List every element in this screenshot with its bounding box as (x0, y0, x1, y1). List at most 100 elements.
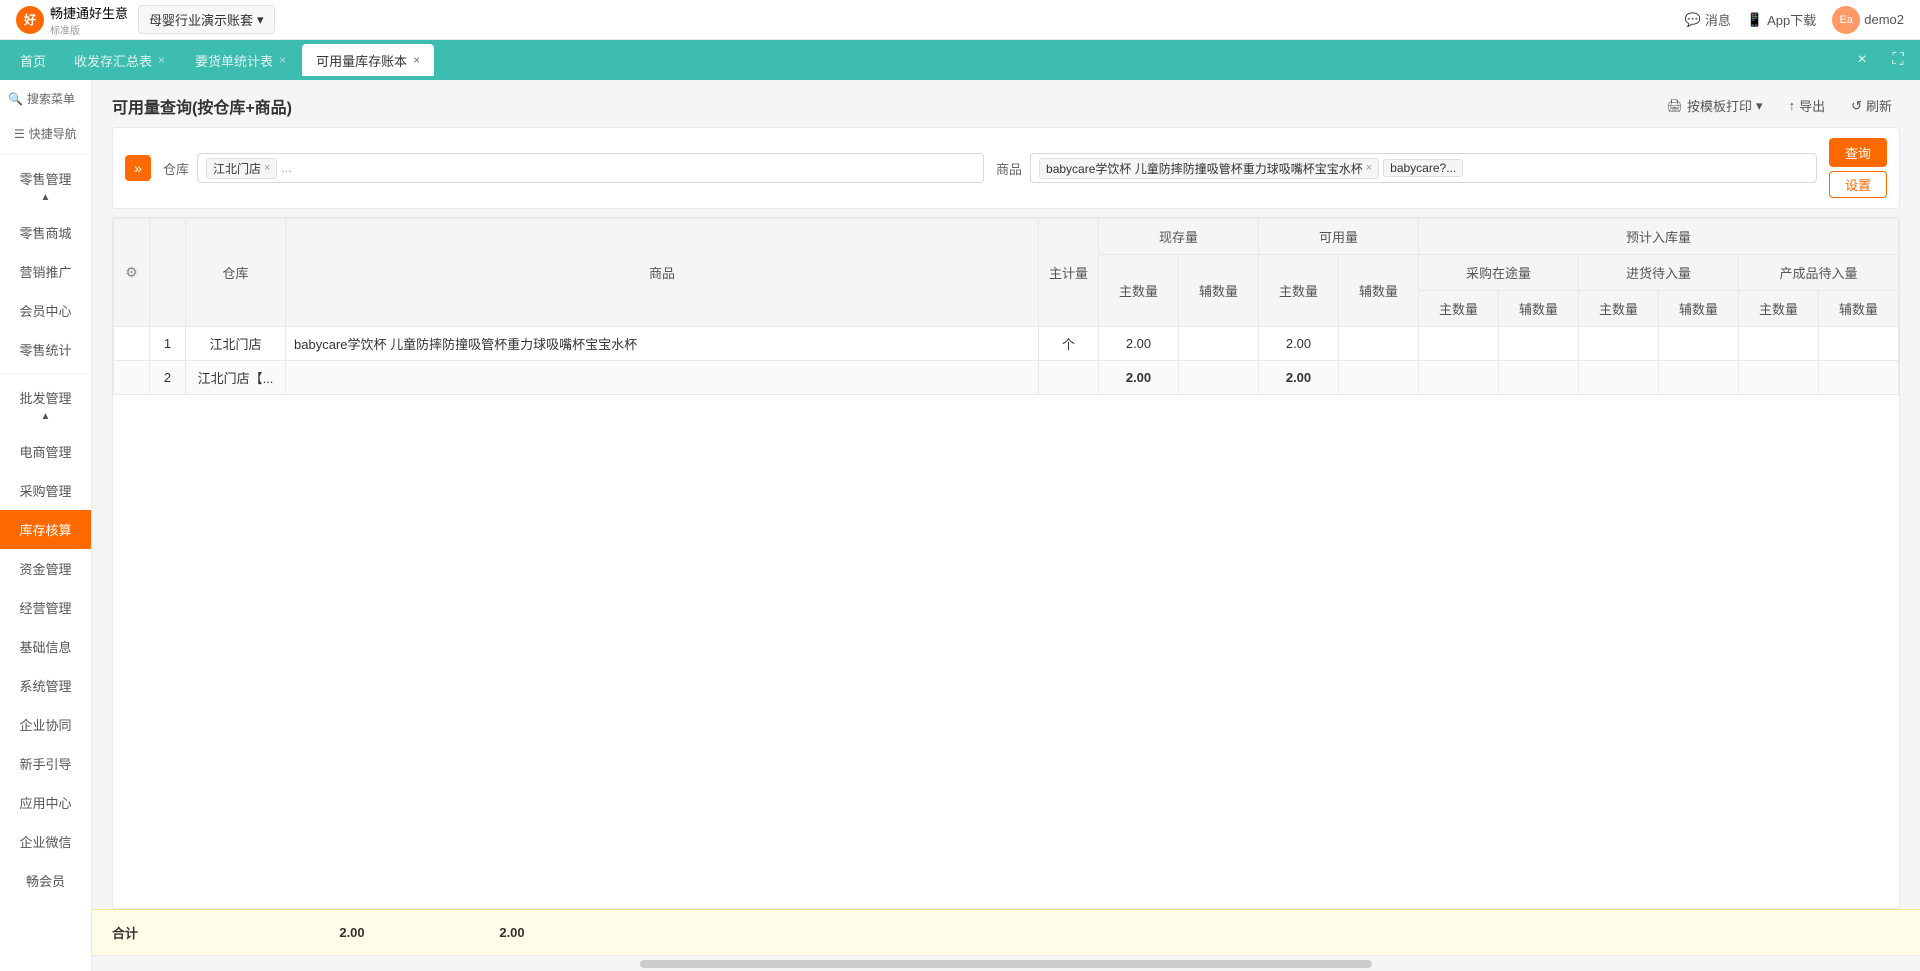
message-icon: 💬 (1685, 12, 1701, 28)
industry-selector[interactable]: 母婴行业演示账套 ▾ (138, 5, 275, 34)
sidebar-item-marketing[interactable]: 营销推广 (0, 252, 91, 291)
warehouse-tag-container[interactable]: 江北门店 × ... (197, 153, 984, 183)
row-2-pending-main (1579, 361, 1659, 395)
row-2-purchase-aux (1499, 361, 1579, 395)
product-tag-1: babycare?... (1383, 159, 1463, 177)
product-tag-close-0[interactable]: × (1366, 162, 1372, 174)
app-download-btn[interactable]: 📱 App下载 (1747, 10, 1816, 29)
filter-toggle-btn[interactable]: » (125, 155, 151, 181)
topbar-right: 💬 消息 📱 App下载 Ea demo2 (1685, 6, 1904, 34)
sidebar-item-guide[interactable]: 新手引导 (0, 744, 91, 783)
col-products-main-header: 主数量 (1739, 291, 1819, 327)
sidebar-quicknav[interactable]: ☰ 快捷导航 (0, 117, 91, 150)
row-1-products-aux (1819, 327, 1899, 361)
sidebar-search[interactable]: 🔍 搜索菜单 (0, 80, 91, 117)
page-title: 可用量查询(按仓库+商品) (112, 94, 292, 118)
setting-button[interactable]: 设置 (1829, 171, 1887, 198)
refresh-btn[interactable]: ↺ 刷新 (1843, 92, 1900, 119)
sidebar-item-purchase[interactable]: 采购管理 (0, 471, 91, 510)
tab-shou-fa-cun[interactable]: 收发存汇总表 × (60, 44, 179, 76)
tab-ke-yong-liang[interactable]: 可用量库存账本 × (302, 44, 434, 76)
logo-text: 畅捷通好生意 (50, 3, 128, 22)
inventory-label: 库存核算 (19, 520, 71, 539)
sidebar-item-member[interactable]: 会员中心 (0, 291, 91, 330)
table-row: 2 江北门店【... 2.00 2.00 (114, 361, 1899, 395)
row-2-products-main (1739, 361, 1819, 395)
data-table: ⚙ 仓库 商品 主计量 现存量 可用量 预计入库量 主数量 辅数量 主数量 (113, 218, 1899, 395)
sidebar-item-ecommerce[interactable]: 电商管理 (0, 432, 91, 471)
tab-close-0[interactable]: × (158, 53, 165, 67)
gear-icon[interactable]: ⚙ (125, 264, 138, 280)
sidebar-item-system[interactable]: 系统管理 (0, 666, 91, 705)
row-1-available-aux (1339, 327, 1419, 361)
filter-more-dots[interactable]: ... (281, 161, 291, 175)
row-2-purchase-main (1419, 361, 1499, 395)
col-purchase-aux-header: 辅数量 (1499, 291, 1579, 327)
row-1-available-main: 2.00 (1259, 327, 1339, 361)
sidebar-item-retail-mgmt[interactable]: 零售管理 ▲ (0, 159, 91, 213)
search-icon: 🔍 (8, 92, 23, 106)
print-dropdown-icon: ▾ (1756, 98, 1763, 114)
sidebar-item-enterprise[interactable]: 企业协同 (0, 705, 91, 744)
col-purchase-transit-header: 采购在途量 (1419, 255, 1579, 291)
export-btn[interactable]: ↑ 导出 (1781, 92, 1834, 119)
product-filter: 商品 babycare学饮杯 儿童防摔防撞吸管杯重力球吸嘴杯宝宝水杯 × bab… (996, 153, 1817, 183)
nav-close-btn[interactable]: × (1848, 46, 1876, 74)
print-icon: 🖨 (1667, 98, 1684, 114)
export-icon: ↑ (1789, 98, 1796, 113)
sidebar-item-wecom[interactable]: 企业微信 (0, 822, 91, 861)
query-button[interactable]: 查询 (1829, 138, 1887, 167)
scrollbar-area[interactable] (92, 955, 1920, 971)
sidebar-item-changhui[interactable]: 畅会员 (0, 861, 91, 900)
scrollbar-thumb[interactable] (640, 960, 1371, 968)
member-label: 会员中心 (19, 301, 71, 320)
message-btn[interactable]: 💬 消息 (1685, 10, 1731, 29)
sidebar-item-basic-info[interactable]: 基础信息 (0, 627, 91, 666)
retail-stats-label: 零售统计 (19, 340, 71, 359)
tab-home[interactable]: 首页 (8, 51, 58, 70)
row-2-unit (1039, 361, 1099, 395)
nav-right: × ⛶ (1848, 46, 1912, 74)
basic-info-label: 基础信息 (19, 637, 71, 656)
tab-label-2: 可用量库存账本 (316, 51, 407, 70)
sidebar-item-finance[interactable]: 资金管理 (0, 549, 91, 588)
row-2-available-main: 2.00 (1259, 361, 1339, 395)
industry-label: 母婴行业演示账套 (149, 10, 253, 29)
home-label: 首页 (20, 54, 46, 69)
print-btn[interactable]: 🖨 按模板打印 ▾ (1659, 92, 1771, 119)
row-1-products-main (1739, 327, 1819, 361)
warehouse-tag-close[interactable]: × (264, 162, 270, 174)
col-forecast-header: 预计入库量 (1419, 219, 1899, 255)
avatar: Ea (1832, 6, 1860, 34)
col-available-aux-header: 辅数量 (1339, 255, 1419, 327)
system-label: 系统管理 (19, 676, 71, 695)
filter-bar: » 仓库 江北门店 × ... 商品 babycare学饮杯 儿童防摔防撞吸管杯… (112, 127, 1900, 209)
sidebar-item-app-center[interactable]: 应用中心 (0, 783, 91, 822)
warehouse-tag-0: 江北门店 × (206, 158, 277, 179)
quicknav-icon: ☰ (14, 127, 25, 141)
col-product-header: 商品 (286, 219, 1039, 327)
tab-close-1[interactable]: × (279, 53, 286, 67)
sidebar-item-retail-stats[interactable]: 零售统计 (0, 330, 91, 369)
row-1-check (114, 327, 150, 361)
row-1-current-main: 2.00 (1099, 327, 1179, 361)
tab-yao-huo-dan[interactable]: 要货单统计表 × (181, 44, 300, 76)
sidebar-item-retail-mall[interactable]: 零售商城 (0, 213, 91, 252)
row-2-check (114, 361, 150, 395)
user-menu[interactable]: Ea demo2 (1832, 6, 1904, 34)
sidebar-item-operations[interactable]: 经营管理 (0, 588, 91, 627)
product-tag-container[interactable]: babycare学饮杯 儿童防摔防撞吸管杯重力球吸嘴杯宝宝水杯 × babyca… (1030, 153, 1817, 183)
sidebar-item-wholesale[interactable]: 批发管理 ▲ (0, 378, 91, 432)
col-current-main-header: 主数量 (1099, 255, 1179, 327)
tab-close-2[interactable]: × (413, 53, 420, 67)
col-products-aux-header: 辅数量 (1819, 291, 1899, 327)
product-tag-text: babycare学饮杯 儿童防摔防撞吸管杯重力球吸嘴杯宝宝水杯 (1046, 160, 1363, 177)
col-available-main-header: 主数量 (1259, 255, 1339, 327)
row-1-current-aux (1179, 327, 1259, 361)
sidebar-divider-2 (0, 373, 91, 374)
footer-current-main: 2.00 (312, 925, 392, 940)
nav-expand-btn[interactable]: ⛶ (1884, 46, 1912, 74)
col-pending-aux-header: 辅数量 (1659, 291, 1739, 327)
row-1-unit: 个 (1039, 327, 1099, 361)
sidebar-item-inventory[interactable]: 库存核算 (0, 510, 91, 549)
